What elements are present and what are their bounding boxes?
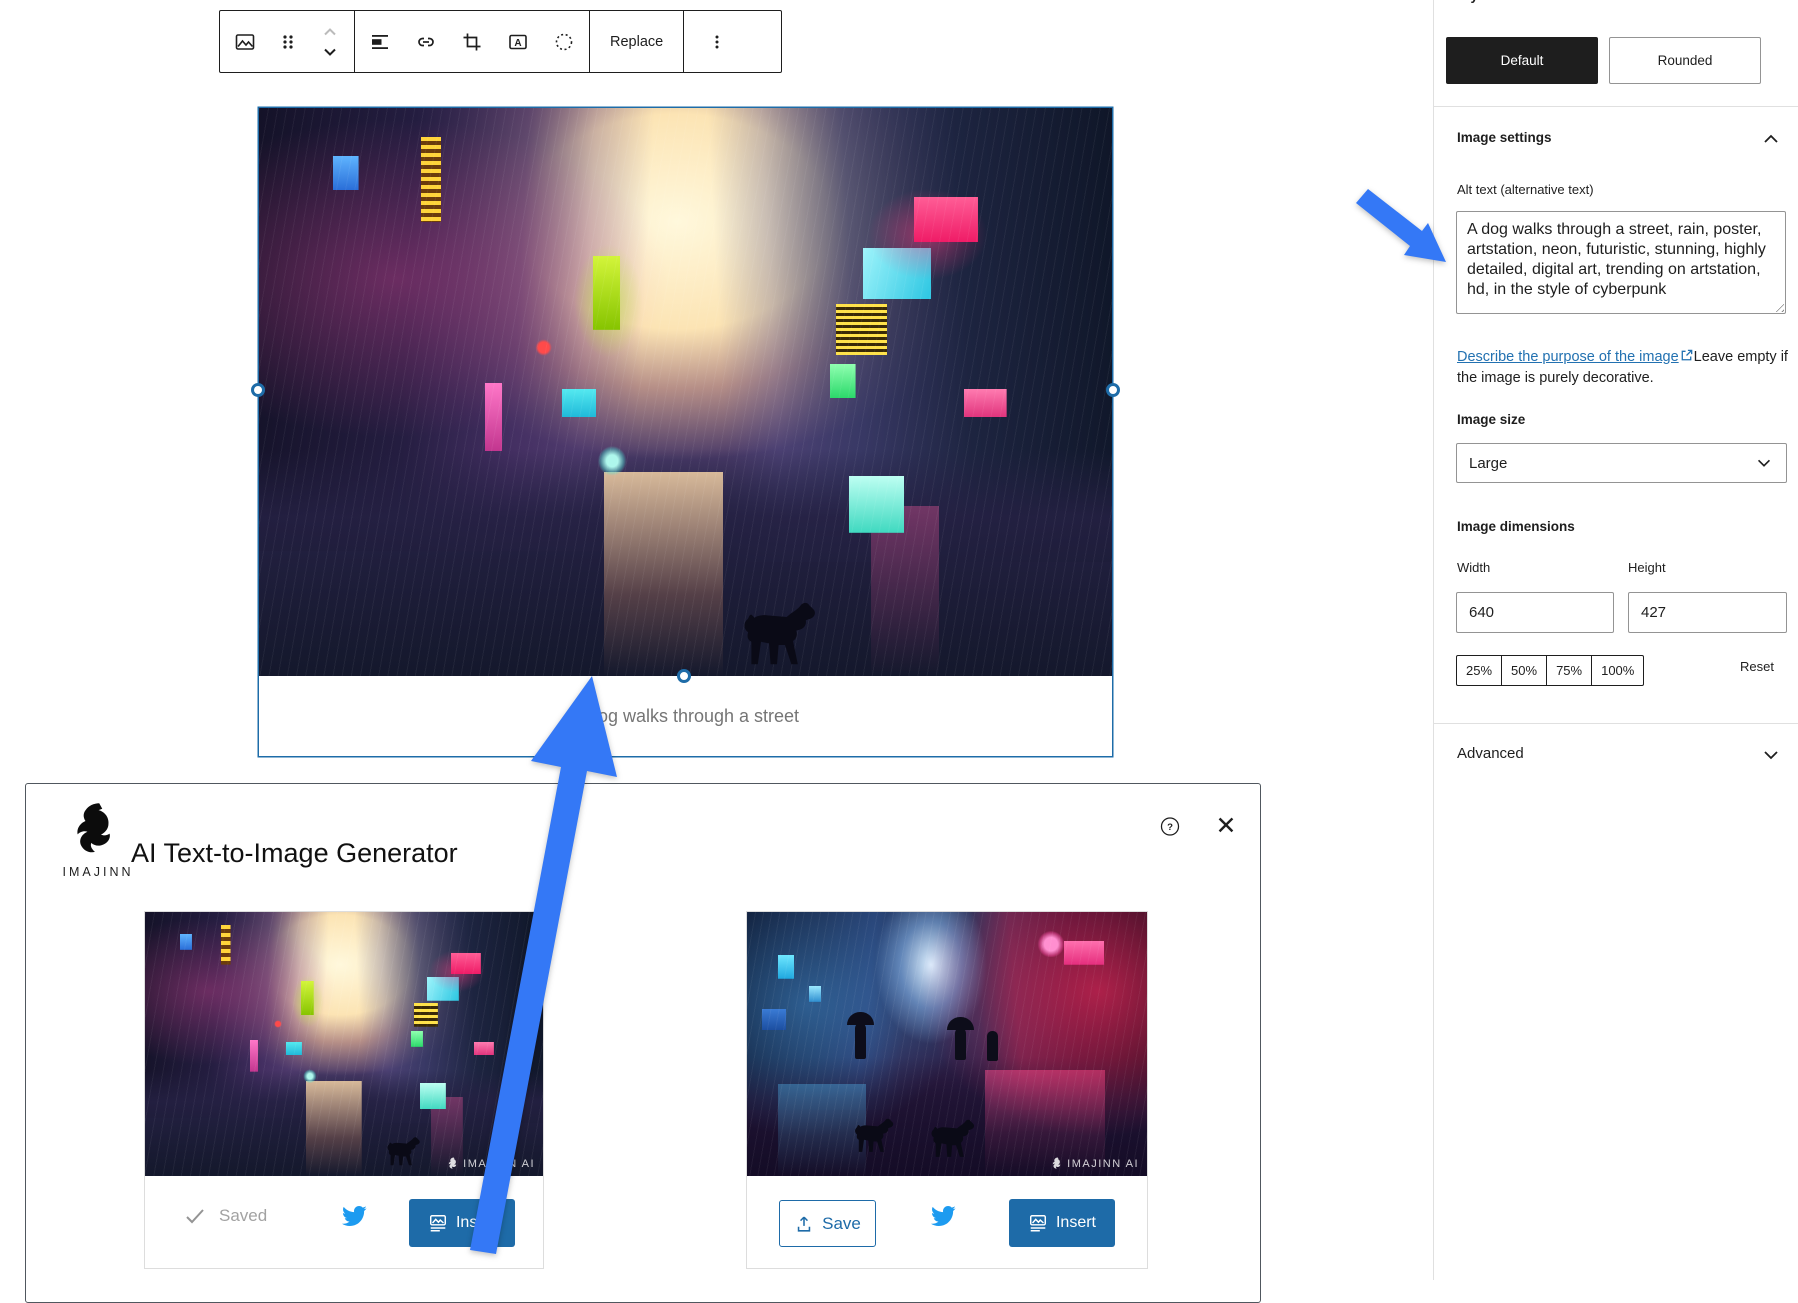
help-icon[interactable]: ? <box>1154 810 1186 842</box>
style-rounded-button[interactable]: Rounded <box>1609 37 1761 84</box>
toolbar-replace-group: Replace <box>590 11 685 72</box>
scale-100-button[interactable]: 100% <box>1591 655 1645 686</box>
drag-handle-icon[interactable] <box>268 11 308 72</box>
duotone-filter-icon[interactable] <box>541 11 587 72</box>
generated-thumb-1[interactable]: IMAJINN AI <box>145 912 543 1176</box>
width-input[interactable] <box>1456 592 1614 633</box>
twitter-share-icon[interactable] <box>333 1202 375 1233</box>
insert-image-icon <box>1029 1215 1046 1232</box>
imajinn-logo-icon <box>77 803 110 853</box>
link-icon[interactable] <box>403 11 449 72</box>
scale-50-button[interactable]: 50% <box>1501 655 1548 686</box>
image-settings-heading[interactable]: Image settings <box>1457 130 1552 145</box>
chevron-up-icon[interactable] <box>1760 128 1782 153</box>
image-size-select[interactable]: Large <box>1456 443 1787 483</box>
scale-75-button[interactable]: 75% <box>1546 655 1593 686</box>
save-button[interactable]: Save <box>779 1200 876 1247</box>
save-label: Save <box>822 1213 861 1233</box>
height-input[interactable] <box>1628 592 1787 633</box>
chevron-down-icon <box>1757 459 1771 467</box>
selected-image-block[interactable]: A dog walks through a street <box>251 108 1120 756</box>
move-up-icon[interactable] <box>307 22 353 42</box>
resize-handle-right[interactable] <box>1106 383 1120 397</box>
svg-text:?: ? <box>1167 822 1173 833</box>
insert-button[interactable]: Insert <box>409 1199 515 1247</box>
upload-icon <box>797 1216 811 1232</box>
person-silhouette <box>947 1017 974 1061</box>
saved-status: Saved <box>185 1206 267 1226</box>
imajinn-watermark: IMAJINN AI <box>1052 1157 1139 1170</box>
dog-silhouette <box>855 1118 894 1152</box>
alt-text-input[interactable]: A dog walks through a street, rain, post… <box>1456 211 1786 314</box>
move-down-icon[interactable] <box>307 42 353 62</box>
chevron-down-icon[interactable] <box>1760 744 1782 769</box>
insert-image-icon <box>429 1215 446 1232</box>
insert-label: Insert <box>1055 1214 1096 1231</box>
reset-button[interactable]: Reset <box>1734 658 1780 675</box>
dog-silhouette <box>387 1137 420 1166</box>
image-caption-row: A dog walks through a street <box>259 676 1112 756</box>
insert-button[interactable]: Insert <box>1009 1199 1115 1247</box>
divider <box>1434 723 1798 724</box>
text-overlay-icon[interactable]: A <box>495 11 541 72</box>
styles-section-label: Styles <box>1457 0 1497 3</box>
ai-image-generator-modal: IMAJINN AI Text-to-Image Generator ? ✕ I… <box>25 783 1261 1303</box>
person-silhouette <box>847 1011 874 1059</box>
resize-handle-left[interactable] <box>251 383 265 397</box>
replace-button[interactable]: Replace <box>592 11 681 72</box>
generated-thumb-2[interactable]: IMAJINN AI <box>747 912 1147 1176</box>
modal-title: AI Text-to-Image Generator <box>131 838 458 869</box>
alt-text-label: Alt text (alternative text) <box>1457 182 1594 197</box>
generated-card-1: IMAJINN AI Saved Insert <box>144 911 544 1269</box>
insert-label: Insert <box>455 1214 496 1231</box>
person-silhouette <box>987 1030 998 1061</box>
image-block-icon[interactable] <box>222 11 268 72</box>
card-footer: Save Insert <box>747 1176 1147 1268</box>
svg-text:A: A <box>514 38 521 49</box>
scale-25-button[interactable]: 25% <box>1456 655 1503 686</box>
twitter-share-icon[interactable] <box>922 1202 964 1233</box>
dog-silhouette <box>744 603 815 665</box>
close-icon[interactable]: ✕ <box>1210 810 1242 842</box>
block-movers <box>308 22 352 62</box>
dog-silhouette <box>931 1119 975 1158</box>
image-size-value: Large <box>1469 454 1508 472</box>
height-label: Height <box>1628 560 1666 575</box>
advanced-section-label[interactable]: Advanced <box>1457 745 1524 762</box>
check-icon <box>186 1209 204 1224</box>
options-kebab-icon[interactable] <box>686 11 748 72</box>
toolbar-block-group <box>220 11 355 72</box>
watermark-text: IMAJINN AI <box>463 1157 535 1170</box>
image-caption[interactable]: A dog walks through a street <box>572 706 799 727</box>
imajinn-watermark: IMAJINN AI <box>448 1157 535 1170</box>
block-settings-sidebar: Styles Default Rounded Image settings Al… <box>1433 0 1798 1280</box>
resize-handle-bottom[interactable] <box>677 669 691 683</box>
toolbar-options-group <box>684 11 750 72</box>
external-link-icon <box>1681 349 1692 360</box>
imajinn-logo-icon <box>449 1157 457 1169</box>
block-toolbar: A Replace <box>219 10 782 73</box>
style-default-button[interactable]: Default <box>1446 37 1598 84</box>
scale-button-group: 25% 50% 75% 100% <box>1456 655 1645 686</box>
alt-help-text: Describe the purpose of the image Leave e… <box>1457 347 1795 389</box>
toolbar-tools-group: A <box>355 11 590 72</box>
card-footer: Saved Insert <box>145 1176 543 1268</box>
image-dimensions-label: Image dimensions <box>1457 519 1575 534</box>
saved-label: Saved <box>219 1206 268 1225</box>
crop-icon[interactable] <box>449 11 495 72</box>
align-icon[interactable] <box>357 11 403 72</box>
divider <box>1434 106 1798 107</box>
width-label: Width <box>1457 560 1491 575</box>
imajinn-brand: IMAJINN <box>62 802 134 879</box>
watermark-text: IMAJINN AI <box>1067 1157 1139 1170</box>
describe-purpose-link[interactable]: Describe the purpose of the image <box>1457 349 1679 365</box>
generated-card-2: IMAJINN AI Save Insert <box>746 911 1148 1269</box>
image-size-label: Image size <box>1457 412 1526 427</box>
brand-name: IMAJINN <box>62 865 134 879</box>
generated-image-main <box>259 108 1112 676</box>
imajinn-logo-icon <box>1053 1157 1061 1169</box>
